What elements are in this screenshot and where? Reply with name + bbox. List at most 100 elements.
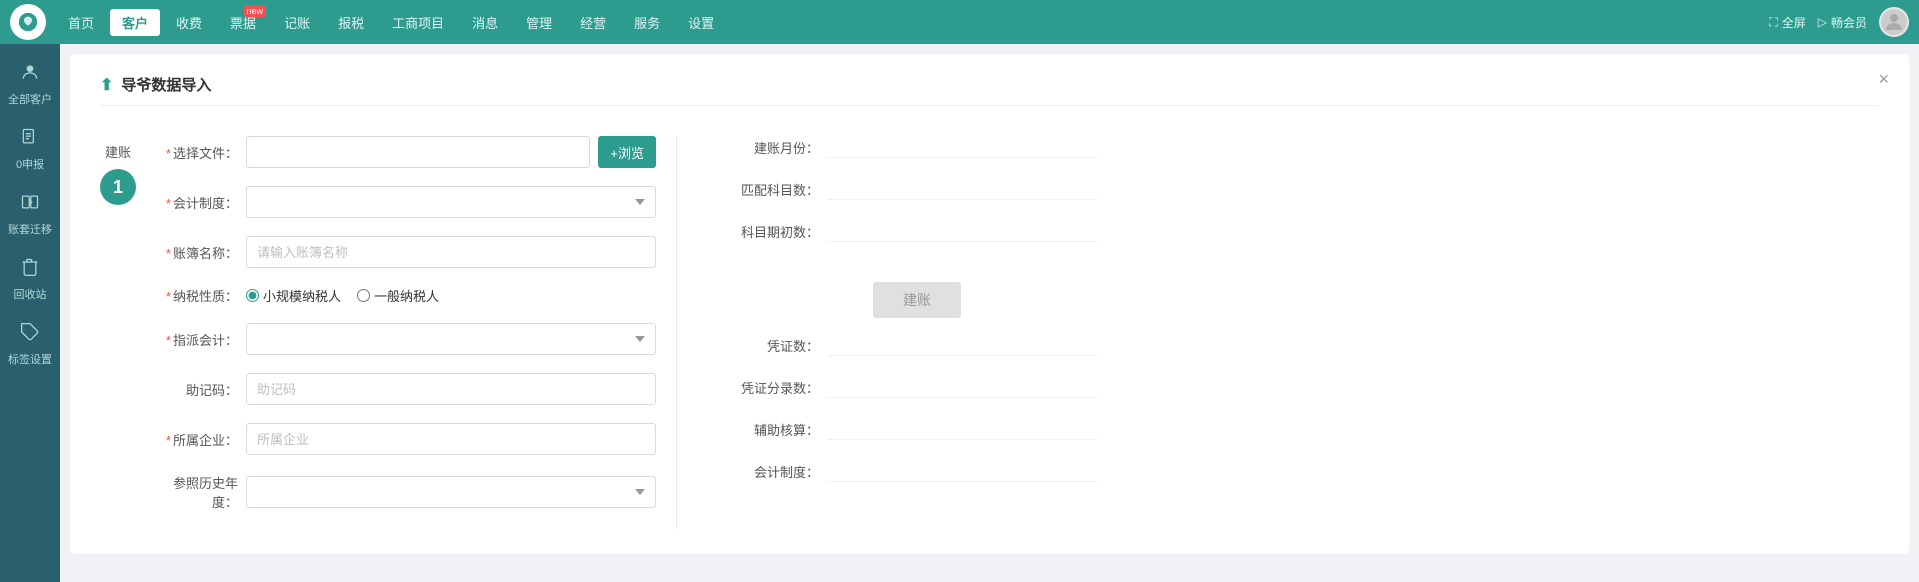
nav-message[interactable]: 消息 <box>460 9 510 36</box>
voucher-count-label: 凭证数： <box>737 336 827 355</box>
radio-general[interactable]: 一般纳税人 <box>357 286 439 305</box>
accounting-system-select[interactable] <box>246 186 656 218</box>
sidebar-label-tags: 标签设置 <box>8 351 52 367</box>
accountant-control <box>246 323 656 355</box>
fullscreen-icon: ⛶ <box>1769 15 1777 30</box>
voucher-count-value <box>827 334 1097 356</box>
dialog-header: ⬆ 导爷数据导入 <box>100 74 1879 106</box>
right-accounting-system-row: 会计制度： <box>737 460 1097 482</box>
nav-business[interactable]: 工商项目 <box>380 9 456 36</box>
vertical-divider <box>676 136 677 529</box>
sidebar-item-recycle[interactable]: 回收站 <box>3 249 57 310</box>
file-text-input[interactable] <box>246 136 590 168</box>
right-accounting-system-value <box>827 460 1097 482</box>
migration-icon <box>20 192 40 217</box>
file-control: +浏览 <box>246 136 656 168</box>
period-initial-row: 科目期初数： <box>737 220 1097 242</box>
form-left: *选择文件： +浏览 *会计制度： <box>156 136 656 529</box>
period-initial-value <box>827 220 1097 242</box>
app-logo[interactable] <box>10 4 46 40</box>
ledger-name-input[interactable] <box>246 236 656 268</box>
sidebar: 全部客户 0申报 账套迁移 回收站 标签设置 <box>0 44 60 582</box>
company-label: *所属企业： <box>156 430 246 449</box>
fullscreen-btn[interactable]: ⛶ 全屏 <box>1769 14 1805 31</box>
user-avatar[interactable] <box>1879 7 1909 37</box>
ref-year-row: 参照历史年度： <box>156 473 656 511</box>
sidebar-item-zero-declaration[interactable]: 0申报 <box>3 119 57 180</box>
aux-accounting-value <box>827 418 1097 440</box>
company-control <box>246 423 656 455</box>
radio-small-scale-label: 小规模纳税人 <box>263 286 341 305</box>
nav-badge-new: new <box>244 5 267 18</box>
match-subjects-row: 匹配科目数： <box>737 178 1097 200</box>
ref-year-select[interactable] <box>246 476 656 508</box>
sidebar-item-tags[interactable]: 标签设置 <box>3 314 57 375</box>
main-content: ⬆ 导爷数据导入 × 建账 1 *选择文件： <box>60 44 1919 582</box>
file-label: *选择文件： <box>156 143 246 162</box>
tags-icon <box>20 322 40 347</box>
radio-small-scale-input[interactable] <box>246 289 259 302</box>
file-row: *选择文件： +浏览 <box>156 136 656 168</box>
nav-items: 首页 客户 收费 票据 new 记账 报税 工商项目 消息 管理 经营 服务 设… <box>56 9 1769 36</box>
ledger-name-control <box>246 236 656 268</box>
accountant-row: *指派会计： <box>156 323 656 355</box>
play-icon: ▷ <box>1818 15 1827 29</box>
memo-code-input[interactable] <box>246 373 656 405</box>
browse-button[interactable]: +浏览 <box>598 136 656 168</box>
build-month-row: 建账月份： <box>737 136 1097 158</box>
sidebar-label-zero-declaration: 0申报 <box>16 156 44 172</box>
build-month-label: 建账月份： <box>737 138 827 157</box>
close-button[interactable]: × <box>1878 70 1889 88</box>
accounting-system-row: *会计制度： <box>156 186 656 218</box>
ledger-name-label: *账簿名称： <box>156 243 246 262</box>
ledger-name-row: *账簿名称： <box>156 236 656 268</box>
company-row: *所属企业： <box>156 423 656 455</box>
tax-nature-label: *纳税性质： <box>156 286 246 305</box>
voucher-entries-label: 凭证分录数： <box>737 378 827 397</box>
ref-year-control <box>246 476 656 508</box>
nav-fees[interactable]: 收费 <box>164 9 214 36</box>
nav-invoice[interactable]: 票据 new <box>218 9 268 36</box>
ref-year-label: 参照历史年度： <box>156 473 246 511</box>
aux-accounting-label: 辅助核算： <box>737 420 827 439</box>
sidebar-item-migration[interactable]: 账套迁移 <box>3 184 57 245</box>
form-right: 建账月份： 匹配科目数： 科目期初数： 建账 <box>697 136 1097 529</box>
nav-client[interactable]: 客户 <box>110 9 160 36</box>
accounting-system-label: *会计制度： <box>156 193 246 212</box>
sidebar-label-all-clients: 全部客户 <box>8 91 52 107</box>
aux-accounting-row: 辅助核算： <box>737 418 1097 440</box>
sidebar-label-migration: 账套迁移 <box>8 221 52 237</box>
sidebar-label-recycle: 回收站 <box>14 286 47 302</box>
match-subjects-value <box>827 178 1097 200</box>
radio-general-label: 一般纳税人 <box>374 286 439 305</box>
memo-code-control <box>246 373 656 405</box>
submit-build-button[interactable]: 建账 <box>873 282 961 318</box>
nav-home[interactable]: 首页 <box>56 9 106 36</box>
top-navigation: 首页 客户 收费 票据 new 记账 报税 工商项目 消息 管理 经营 服务 设… <box>0 0 1919 44</box>
right-submit-area: 建账 <box>737 272 1097 318</box>
company-input[interactable] <box>246 423 656 455</box>
tax-nature-row: *纳税性质： 小规模纳税人 一般纳税人 <box>156 286 656 305</box>
import-icon: ⬆ <box>100 75 113 95</box>
memo-code-row: 助记码： <box>156 373 656 405</box>
match-subjects-label: 匹配科目数： <box>737 180 827 199</box>
accountant-label: *指派会计： <box>156 330 246 349</box>
nav-bookkeeping[interactable]: 记账 <box>272 9 322 36</box>
vip-btn[interactable]: ▷ 畅会员 <box>1818 14 1867 31</box>
right-form-section: 建账月份： 匹配科目数： 科目期初数： 建账 <box>737 136 1097 502</box>
radio-general-input[interactable] <box>357 289 370 302</box>
form-wrapper: 建账 1 *选择文件： +浏览 <box>100 136 1879 529</box>
nav-operation[interactable]: 经营 <box>568 9 618 36</box>
accountant-select[interactable] <box>246 323 656 355</box>
voucher-entries-value <box>827 376 1097 398</box>
nav-tax[interactable]: 报税 <box>326 9 376 36</box>
nav-service[interactable]: 服务 <box>622 9 672 36</box>
sidebar-item-all-clients[interactable]: 全部客户 <box>3 54 57 115</box>
memo-code-label: 助记码： <box>156 380 246 399</box>
main-layout: 全部客户 0申报 账套迁移 回收站 标签设置 <box>0 44 1919 582</box>
step-circle: 1 <box>100 169 136 205</box>
nav-settings[interactable]: 设置 <box>676 9 726 36</box>
all-clients-icon <box>20 62 40 87</box>
radio-small-scale[interactable]: 小规模纳税人 <box>246 286 341 305</box>
nav-manage[interactable]: 管理 <box>514 9 564 36</box>
